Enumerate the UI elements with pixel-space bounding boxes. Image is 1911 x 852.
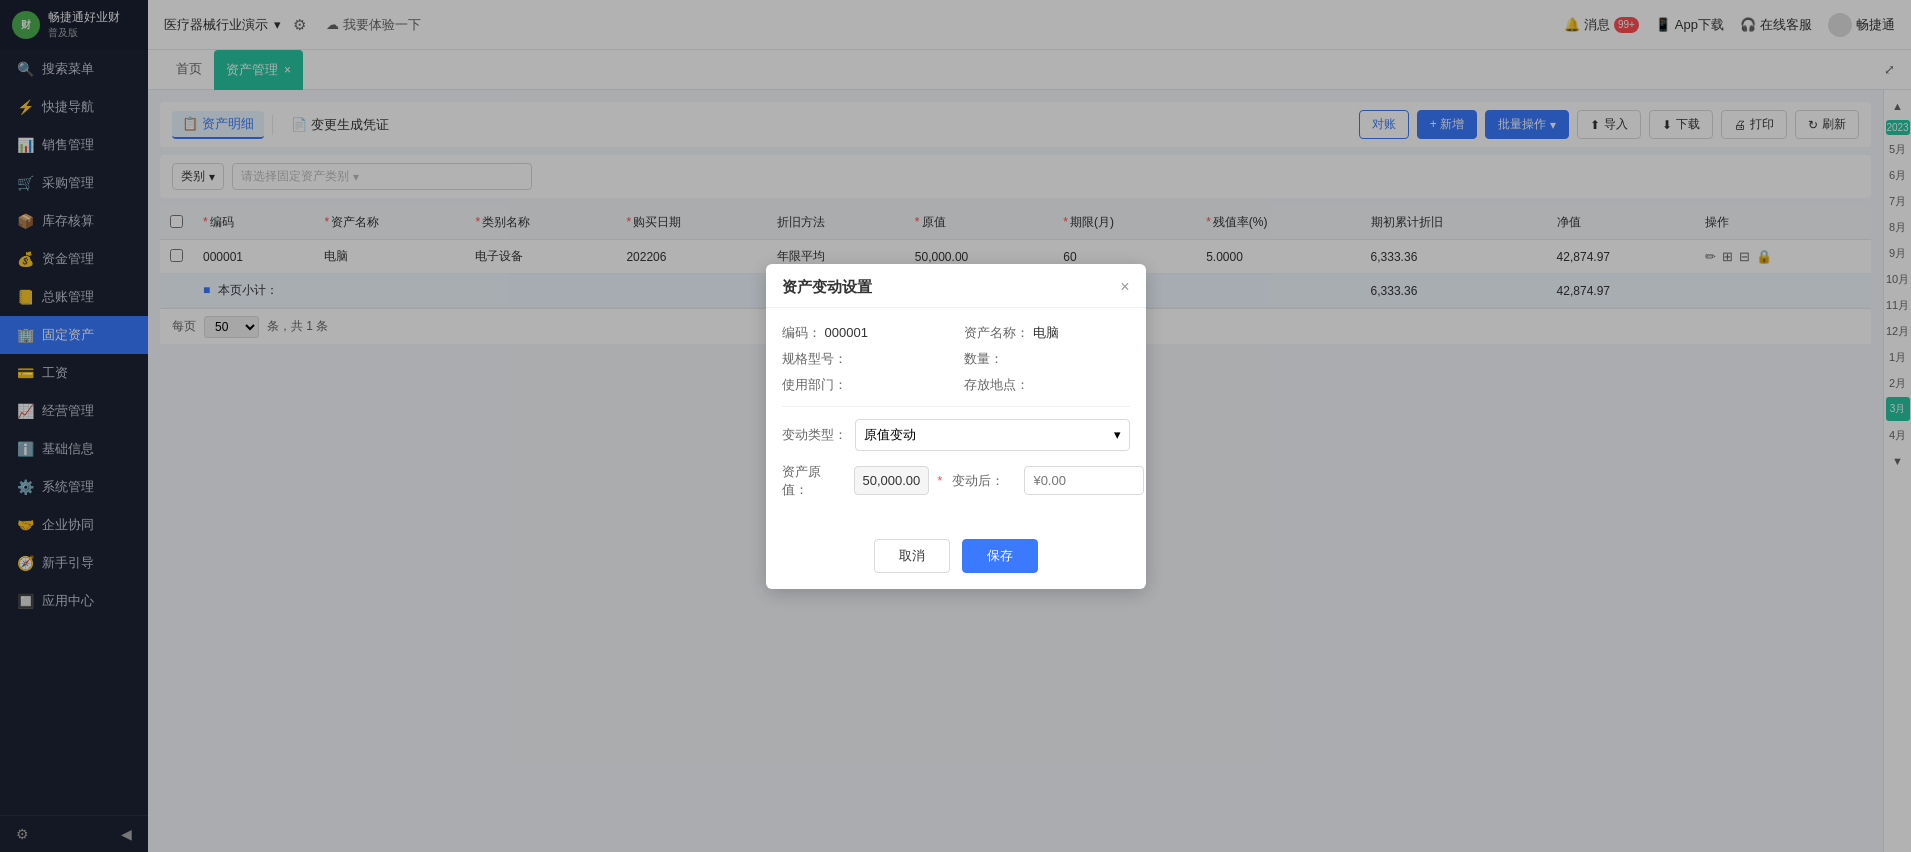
modal-asset-name-row: 资产名称： 电脑 (964, 324, 1130, 342)
change-type-field: 变动类型： 原值变动 ▾ (782, 419, 1130, 451)
modal-code-row: 编码： 000001 (782, 324, 948, 342)
asset-change-modal: 资产变动设置 × 编码： 000001 资产名称： 电脑 规格型号： 数量： (766, 264, 1146, 589)
change-type-select[interactable]: 原值变动 ▾ (855, 419, 1130, 451)
modal-asset-name-value: 电脑 (1033, 324, 1059, 342)
modal-info-grid: 编码： 000001 资产名称： 电脑 规格型号： 数量： 使用部门： (782, 324, 1130, 394)
modal-header: 资产变动设置 × (766, 264, 1146, 308)
modal-divider (782, 406, 1130, 407)
modal-spec-row: 规格型号： (782, 350, 948, 368)
modal-footer: 取消 保存 (766, 527, 1146, 589)
modal-code-value: 000001 (825, 325, 868, 340)
modal-quantity-row: 数量： (964, 350, 1130, 368)
modal-storage-row: 存放地点： (964, 376, 1130, 394)
modal-department-row: 使用部门： (782, 376, 948, 394)
original-value-display: 50,000.00 (854, 466, 930, 495)
cancel-button[interactable]: 取消 (874, 539, 950, 573)
modal-overlay[interactable]: 资产变动设置 × 编码： 000001 资产名称： 电脑 规格型号： 数量： (0, 0, 1911, 852)
modal-title: 资产变动设置 (782, 278, 872, 297)
original-value-field: 资产原值： 50,000.00 * 变动后： (782, 463, 1130, 499)
save-button[interactable]: 保存 (962, 539, 1038, 573)
select-arrow: ▾ (1114, 427, 1121, 442)
after-change-input[interactable] (1024, 466, 1144, 495)
modal-body: 编码： 000001 资产名称： 电脑 规格型号： 数量： 使用部门： (766, 308, 1146, 527)
modal-close-btn[interactable]: × (1120, 278, 1129, 296)
